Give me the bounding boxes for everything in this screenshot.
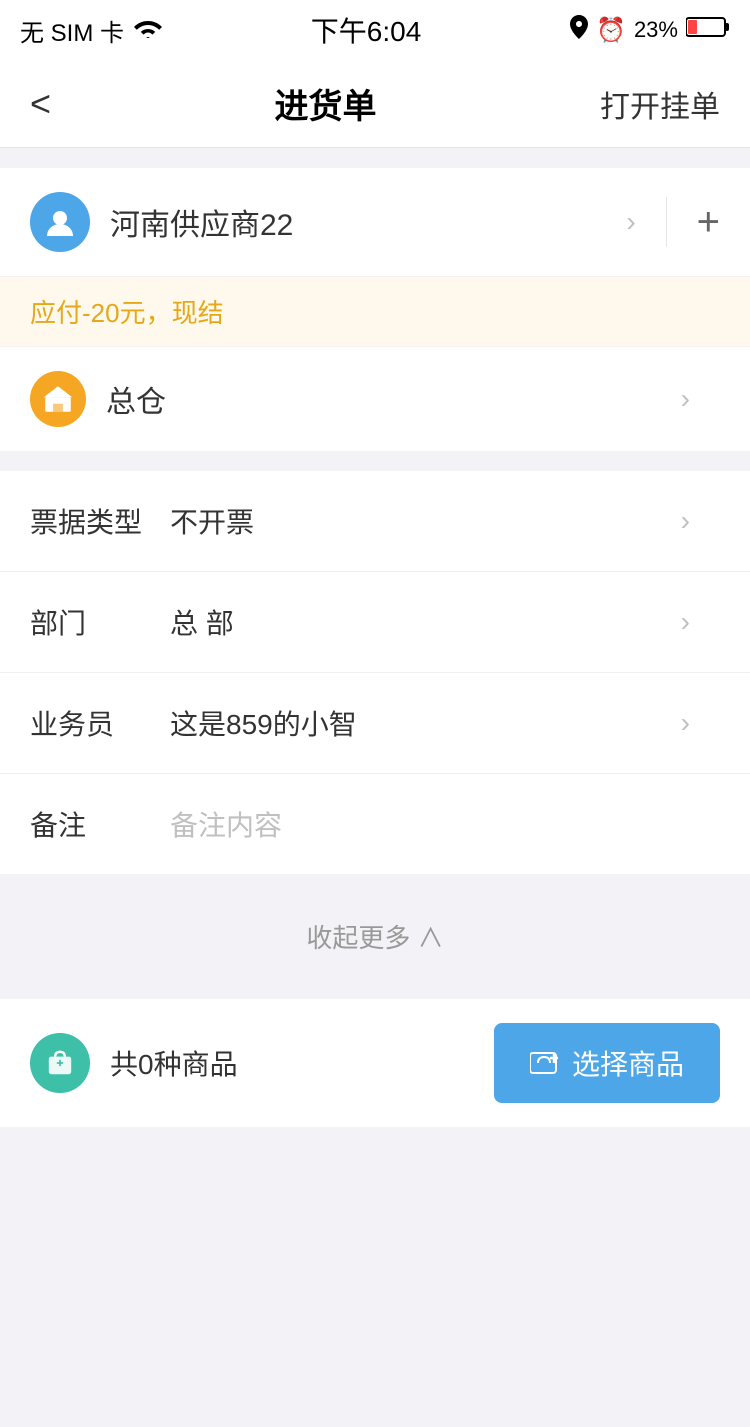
supplier-chevron-icon: › (626, 206, 635, 238)
battery-text: 23% (634, 17, 678, 43)
nav-bar: < 进货单 打开挂单 (0, 60, 750, 148)
wifi-icon (134, 16, 162, 45)
product-count: 共0种商品 (110, 1043, 494, 1083)
supplier-row[interactable]: 河南供应商22 › + (0, 168, 750, 277)
location-icon (570, 15, 588, 46)
page-title: 进货单 (275, 79, 377, 128)
notice-bar: 应付-20元，现结 (0, 277, 750, 346)
notice-text: 应付-20元，现结 (30, 298, 224, 328)
department-chevron-icon: › (681, 606, 690, 638)
back-button[interactable]: < (30, 83, 51, 125)
invoice-type-value: 不开票 (150, 501, 681, 541)
warehouse-chevron-icon: › (681, 383, 690, 415)
status-bar: 无 SIM 卡 下午6:04 ⏰ 23% (0, 0, 750, 60)
form-section: 票据类型 不开票 › 部门 总 部 › 业务员 这是859的小智 › 备注 备注… (0, 471, 750, 874)
warehouse-icon (30, 371, 86, 427)
product-icon (30, 1033, 90, 1093)
open-pending-button[interactable]: 打开挂单 (600, 82, 720, 126)
supplier-name: 河南供应商22 (110, 200, 626, 244)
select-product-button[interactable]: 选择商品 (494, 1023, 720, 1103)
battery-icon (686, 16, 730, 45)
status-right: ⏰ 23% (570, 15, 730, 46)
vertical-divider (666, 197, 667, 247)
select-product-label: 选择商品 (572, 1043, 684, 1083)
collapse-button[interactable]: 收起更多 ∧ (0, 894, 750, 979)
page-bottom (0, 1127, 750, 1427)
invoice-type-label: 票据类型 (30, 501, 150, 541)
no-sim-text: 无 SIM 卡 (20, 13, 124, 48)
remark-input[interactable]: 备注内容 (150, 804, 720, 844)
remark-row[interactable]: 备注 备注内容 (0, 774, 750, 874)
product-bar: 共0种商品 选择商品 (0, 999, 750, 1127)
collapse-label: 收起更多 ∧ (306, 923, 443, 953)
supplier-section: 河南供应商22 › + 应付-20元，现结 总仓 › (0, 168, 750, 451)
invoice-type-chevron-icon: › (681, 505, 690, 537)
department-label: 部门 (30, 602, 150, 642)
invoice-type-row[interactable]: 票据类型 不开票 › (0, 471, 750, 572)
salesperson-chevron-icon: › (681, 707, 690, 739)
alarm-icon: ⏰ (596, 16, 626, 45)
add-supplier-button[interactable]: + (697, 200, 720, 245)
status-left: 无 SIM 卡 (20, 13, 162, 48)
salesperson-row[interactable]: 业务员 这是859的小智 › (0, 673, 750, 774)
supplier-avatar (30, 192, 90, 252)
remark-label: 备注 (30, 804, 150, 844)
department-value: 总 部 (150, 602, 681, 642)
warehouse-name: 总仓 (106, 377, 681, 421)
salesperson-label: 业务员 (30, 703, 150, 743)
status-time: 下午6:04 (311, 10, 422, 50)
department-row[interactable]: 部门 总 部 › (0, 572, 750, 673)
salesperson-value: 这是859的小智 (150, 703, 681, 743)
warehouse-row[interactable]: 总仓 › (0, 346, 750, 451)
section-gap-1 (0, 148, 750, 168)
